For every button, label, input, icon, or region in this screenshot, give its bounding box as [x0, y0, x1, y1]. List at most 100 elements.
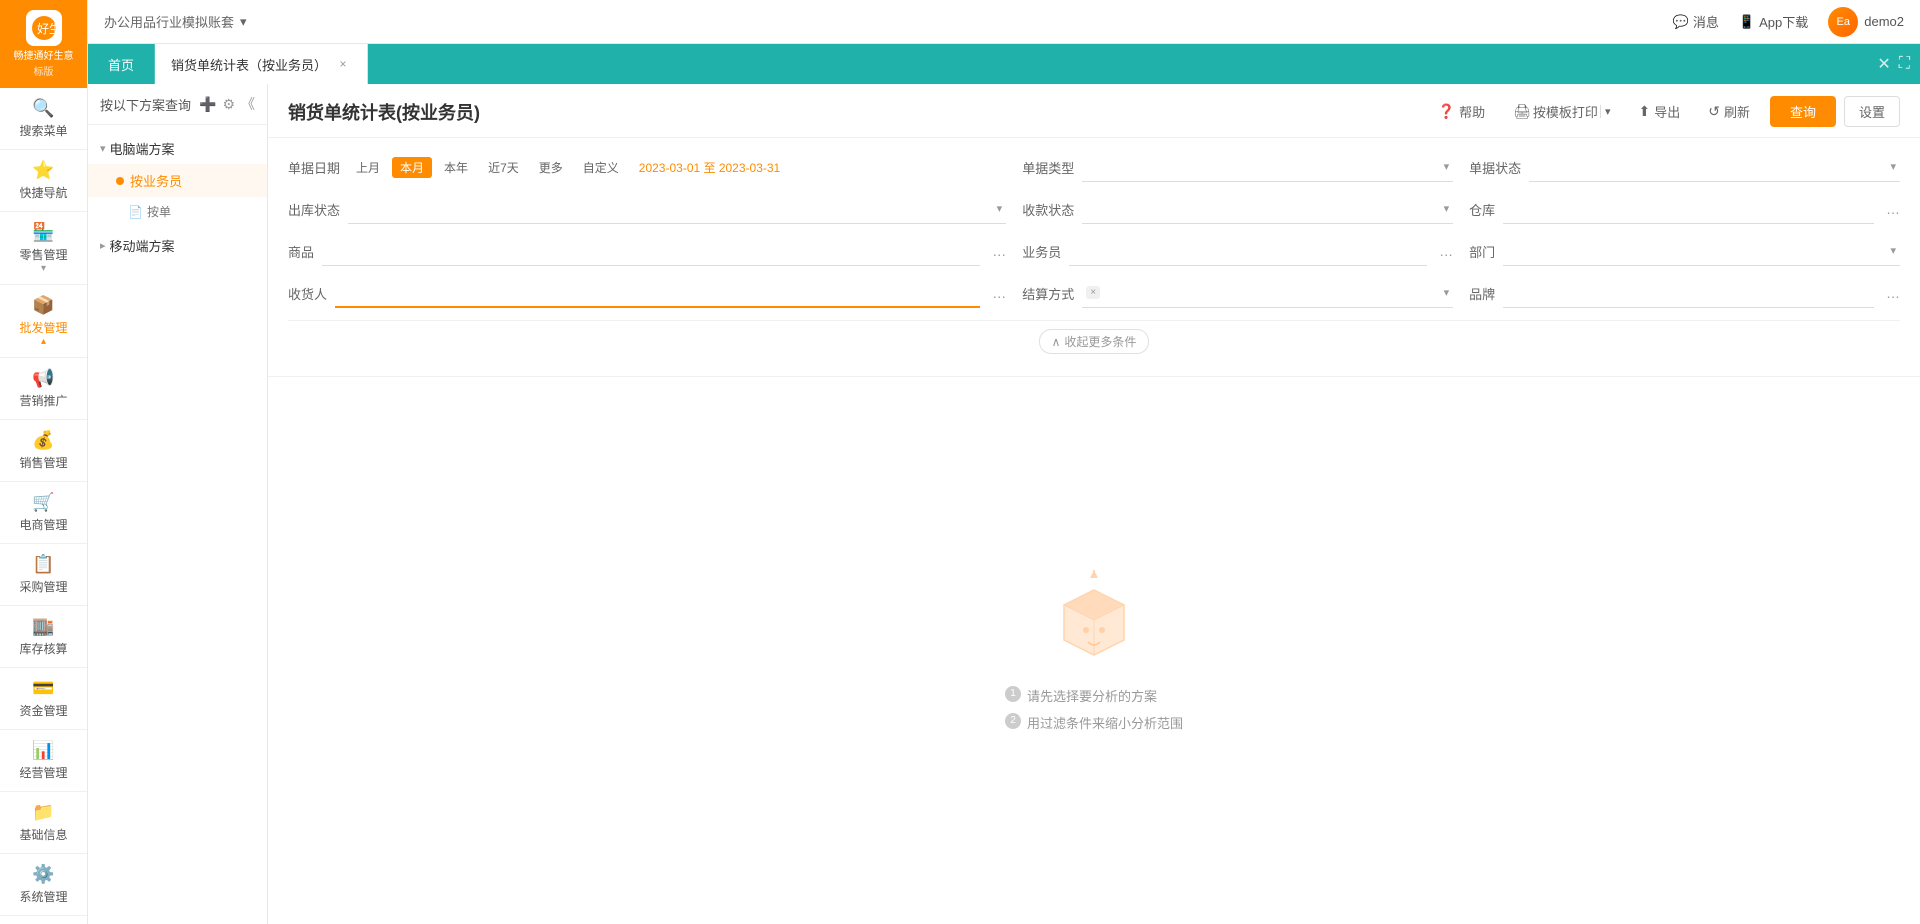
breadcrumb-text: 办公用品行业模拟账套: [104, 12, 234, 31]
sidebar-item-corp[interactable]: 🤝 企业协同: [0, 916, 87, 924]
receiver-label: 收货人: [288, 284, 327, 303]
salesman-input[interactable]: [1069, 236, 1427, 266]
marketing-icon: 📢: [32, 368, 54, 389]
settings-btn[interactable]: 设置: [1844, 96, 1900, 127]
export-icon: ⬆: [1638, 103, 1650, 120]
breadcrumb-arrow[interactable]: ▾: [240, 14, 247, 30]
export-btn[interactable]: ⬆ 导出: [1630, 98, 1688, 125]
filter-doc-status: 单据状态 ▾: [1469, 152, 1900, 182]
date-tab-more[interactable]: 更多: [531, 157, 571, 178]
tab-maximize-btn[interactable]: ⛶: [1899, 55, 1910, 73]
panel-item-by-salesman[interactable]: 按业务员: [88, 164, 267, 197]
print-dropdown-arrow[interactable]: ▾: [1600, 105, 1611, 118]
dept-label: 部门: [1469, 242, 1495, 261]
pay-status-select[interactable]: ▾: [1082, 194, 1453, 224]
tab-active[interactable]: 销货单统计表（按业务员） ×: [155, 44, 368, 84]
query-btn[interactable]: 查询: [1770, 96, 1836, 127]
warehouse-input[interactable]: [1503, 194, 1874, 224]
chevron-up-icon: ▴: [41, 336, 46, 347]
doc-status-select[interactable]: ▾: [1529, 152, 1900, 182]
print-icon: 🖨: [1513, 103, 1531, 120]
brand-dots[interactable]: …: [1886, 285, 1900, 301]
receiver-input[interactable]: [335, 278, 980, 308]
tab-close-all-btn[interactable]: ✕: [1877, 54, 1890, 74]
sidebar-item-finance[interactable]: 💳 资金管理: [0, 668, 87, 730]
msg-btn[interactable]: 💬 消息: [1673, 12, 1719, 31]
app-download-btn[interactable]: 📱 App下载: [1739, 12, 1808, 31]
section-desktop-title[interactable]: ▾ 电脑端方案: [88, 133, 267, 164]
tab-bar-actions: ✕ ⛶: [1867, 44, 1920, 84]
date-filter: 上月 本月 本年 近7天 更多 自定义 2023-03-01 至 2023-03…: [348, 157, 1006, 178]
date-tab-7days[interactable]: 近7天: [480, 157, 527, 178]
sidebar-item-quick-nav[interactable]: ⭐ 快捷导航: [0, 150, 87, 212]
user-menu[interactable]: Ea demo2: [1828, 7, 1904, 37]
doc-type-select[interactable]: ▾: [1082, 152, 1453, 182]
sidebar-item-ecommerce[interactable]: 🛒 电商管理: [0, 482, 87, 544]
tab-home[interactable]: 首页: [88, 44, 155, 84]
dept-select[interactable]: ▾: [1503, 236, 1900, 266]
app-label: App下载: [1759, 12, 1808, 31]
sidebar-item-system[interactable]: ⚙️ 系统管理: [0, 854, 87, 916]
panel-settings-btn[interactable]: ⚙: [222, 96, 235, 113]
panel-item-by-doc[interactable]: 📄 按单: [88, 197, 267, 226]
sidebar-item-purchase[interactable]: 📋 采购管理: [0, 544, 87, 606]
inventory-icon: 🏬: [32, 616, 54, 637]
goods-label: 商品: [288, 242, 314, 261]
collapse-icon: ∧: [1052, 335, 1061, 349]
panel-add-btn[interactable]: ➕: [199, 96, 216, 113]
dept-arrow: ▾: [1890, 244, 1896, 257]
collapse-btn[interactable]: ∧ 收起更多条件: [1039, 329, 1150, 354]
logo-subtext: 标版: [34, 63, 54, 78]
date-tab-last-month[interactable]: 上月: [348, 157, 388, 178]
empty-icon: [1044, 570, 1144, 670]
wholesale-icon: 📦: [32, 295, 54, 316]
export-label: 导出: [1654, 102, 1680, 121]
doc-icon: 📄: [128, 205, 143, 219]
sidebar-item-label: 零售管理: [19, 246, 67, 263]
filter-pay-status: 收款状态 ▾: [1022, 194, 1453, 224]
sidebar-item-sales[interactable]: 💰 销售管理: [0, 420, 87, 482]
logo-text: 畅捷通好生意: [14, 50, 74, 63]
app-logo[interactable]: 好生 畅捷通好生意 标版: [0, 0, 88, 88]
basic-icon: 📁: [32, 802, 54, 823]
sidebar-item-marketing[interactable]: 📢 营销推广: [0, 358, 87, 420]
section-arrow: ▾: [100, 142, 106, 155]
panel-collapse-btn[interactable]: 《: [241, 94, 255, 114]
sidebar-item-operation[interactable]: 📊 经营管理: [0, 730, 87, 792]
tab-close-btn[interactable]: ×: [335, 56, 351, 72]
receiver-dots[interactable]: …: [992, 285, 1006, 301]
main-area: 办公用品行业模拟账套 ▾ 💬 消息 📱 App下载 Ea demo2 首页: [88, 0, 1920, 924]
salesman-dots[interactable]: …: [1439, 243, 1453, 259]
sidebar-item-basic[interactable]: 📁 基础信息: [0, 792, 87, 854]
sidebar-item-retail[interactable]: 🏪 零售管理 ▾: [0, 212, 87, 285]
filter-dept: 部门 ▾: [1469, 236, 1900, 266]
warehouse-dots[interactable]: …: [1886, 201, 1900, 217]
goods-input[interactable]: [322, 236, 980, 266]
section-mobile-title[interactable]: ▸ 移动端方案: [88, 230, 267, 261]
system-icon: ⚙️: [32, 864, 54, 885]
brand-label: 品牌: [1469, 284, 1495, 303]
sidebar-item-label: 搜索菜单: [19, 122, 67, 139]
filter-receiver: 收货人 …: [288, 278, 1006, 308]
sidebar-item-inventory[interactable]: 🏬 库存核算: [0, 606, 87, 668]
tag-x-btn[interactable]: ×: [1090, 287, 1096, 298]
print-btn[interactable]: 🖨 按模板打印 ▾: [1505, 98, 1618, 125]
date-tab-this-year[interactable]: 本年: [436, 157, 476, 178]
empty-tip-2: 2 用过滤条件来缩小分析范围: [1005, 713, 1183, 732]
settlement-arrow[interactable]: ▾: [1444, 286, 1450, 299]
date-tab-this-month[interactable]: 本月: [392, 157, 432, 178]
date-tab-custom[interactable]: 自定义: [575, 157, 627, 178]
brand-input[interactable]: [1503, 278, 1874, 308]
purchase-icon: 📋: [32, 554, 54, 575]
sidebar-item-wholesale[interactable]: 📦 批发管理 ▴: [0, 285, 87, 358]
goods-dots[interactable]: …: [992, 243, 1006, 259]
sidebar-item-search[interactable]: 🔍 搜索菜单: [0, 88, 87, 150]
doc-type-arrow: ▾: [1444, 160, 1450, 173]
help-btn[interactable]: ❓ 帮助: [1430, 98, 1493, 125]
refresh-btn[interactable]: ↺ 刷新: [1700, 98, 1758, 125]
help-icon: ❓: [1438, 103, 1455, 120]
sidebar-item-label: 资金管理: [19, 702, 67, 719]
page-actions: ❓ 帮助 🖨 按模板打印 ▾ ⬆ 导出 ↺ 刷新: [1430, 96, 1900, 127]
out-status-select[interactable]: ▾: [348, 194, 1006, 224]
filter-row-2: 出库状态 ▾ 收款状态 ▾ 仓库: [288, 194, 1900, 224]
